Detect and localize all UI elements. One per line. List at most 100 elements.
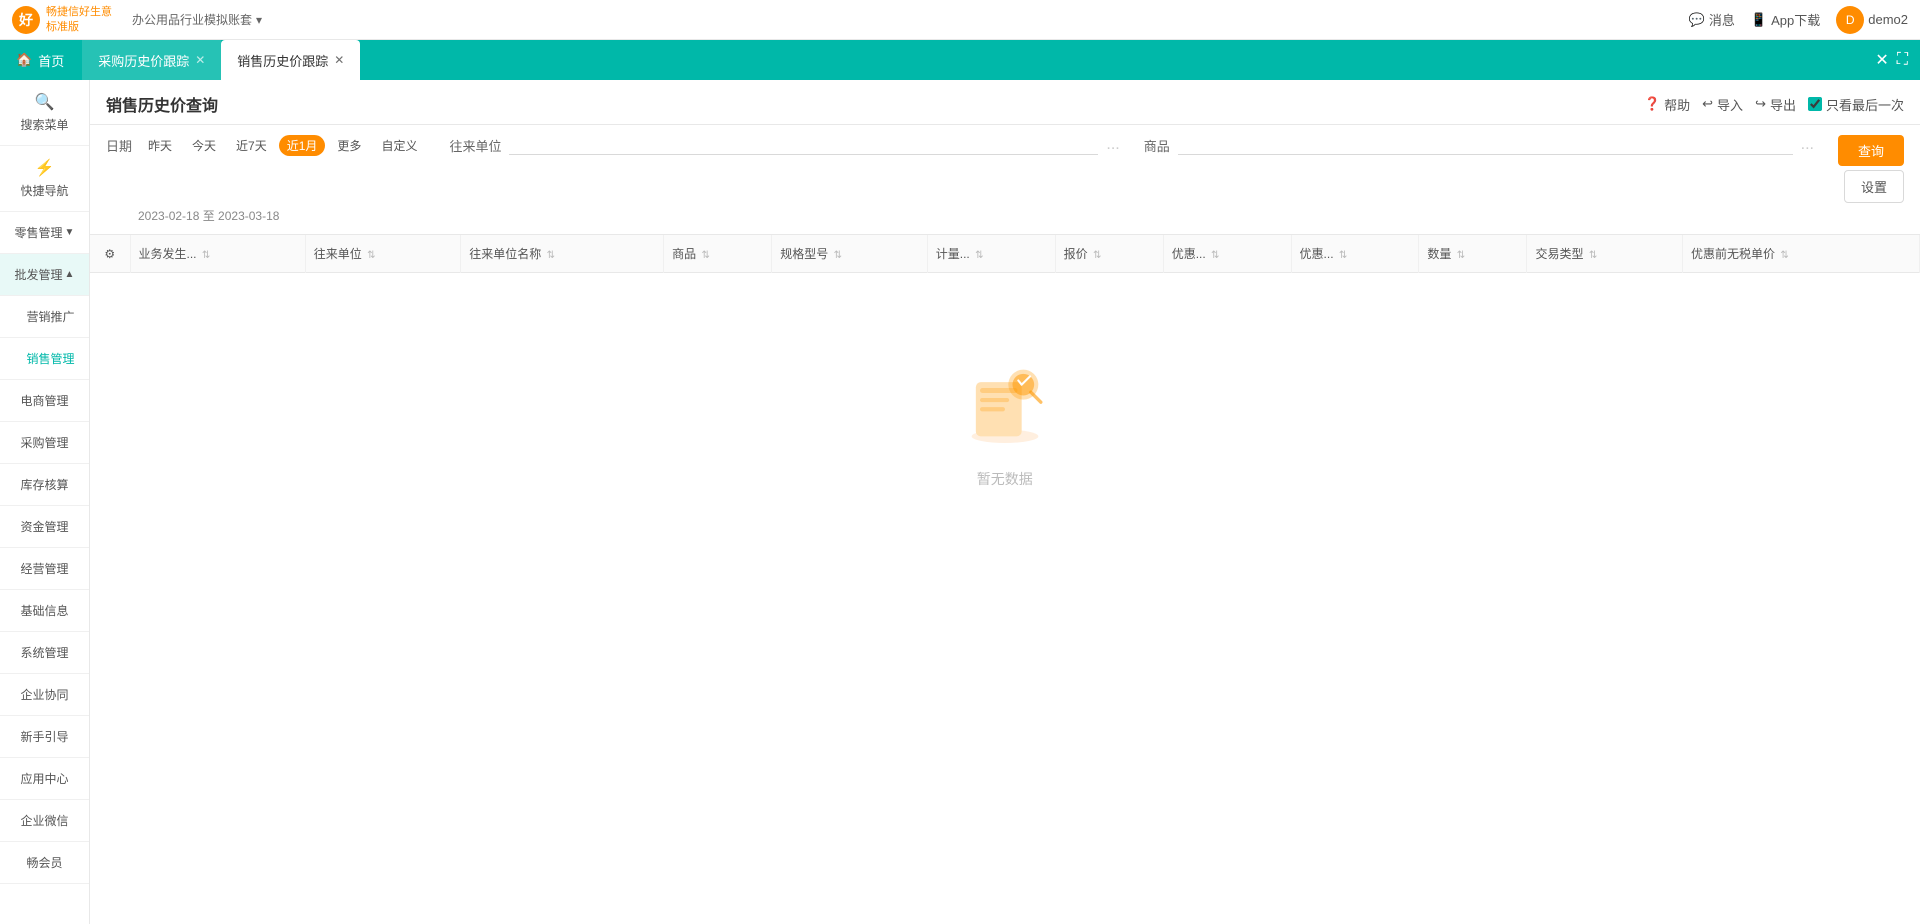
date-label: 日期 [106, 136, 132, 155]
col-trade-type[interactable]: 交易类型 ⇅ [1527, 235, 1683, 273]
app-selector[interactable]: 办公用品行业模拟账套 ▾ [132, 11, 262, 28]
sidebar-item-basic[interactable]: 基础信息 [0, 590, 89, 632]
user-menu[interactable]: D demo2 [1836, 6, 1908, 34]
sidebar-item-search[interactable]: 🔍 搜索菜单 [0, 80, 89, 146]
export-button[interactable]: ↪ 导出 [1755, 95, 1796, 114]
product-input[interactable] [1178, 135, 1793, 155]
help-button[interactable]: ❓ 帮助 [1644, 95, 1690, 114]
logo-text: 畅捷信好生意 标准版 [46, 5, 112, 34]
sort-icon: ⇅ [1589, 250, 1597, 261]
sidebar: 🔍 搜索菜单 ⚡ 快捷导航 零售管理 ▼ 批发管理 ▲ 营销推广 销售管理 电商… [0, 80, 90, 924]
sort-icon: ⇅ [1780, 250, 1788, 261]
sidebar-item-purchase[interactable]: 采购管理 [0, 422, 89, 464]
date-tab-more[interactable]: 更多 [329, 135, 369, 156]
sidebar-item-cooperation[interactable]: 企业协同 [0, 674, 89, 716]
sort-icon: ⇅ [1457, 250, 1465, 261]
filter-row-2: 2023-02-18 至 2023-03-18 [90, 203, 1920, 235]
date-tab-1month[interactable]: 近1月 [279, 135, 326, 156]
maximize-icon[interactable]: ⛶ [1897, 51, 1908, 69]
sort-icon: ⇅ [701, 250, 709, 261]
col-unit[interactable]: 计量... ⇅ [927, 235, 1055, 273]
sidebar-item-finance[interactable]: 资金管理 [0, 506, 89, 548]
tab-controls: ✕ ⛶ [1863, 50, 1920, 70]
chat-button[interactable]: 💬 消息 [1689, 10, 1735, 29]
col-discount2[interactable]: 优惠... ⇅ [1291, 235, 1419, 273]
sidebar-item-inventory[interactable]: 库存核算 [0, 464, 89, 506]
sidebar-item-sales[interactable]: 销售管理 [0, 338, 89, 380]
date-tabs: 昨天 今天 近7天 近1月 更多 自定义 [140, 135, 425, 156]
only-last-input[interactable] [1808, 97, 1822, 111]
sort-icon: ⇅ [202, 250, 210, 261]
date-tab-custom[interactable]: 自定义 [373, 135, 425, 156]
sort-icon: ⇅ [547, 250, 555, 261]
close-window-icon[interactable]: ✕ [1875, 50, 1888, 70]
col-biz-date[interactable]: 业务发生... ⇅ [130, 235, 305, 273]
date-range-display: 2023-02-18 至 2023-03-18 [138, 207, 279, 224]
col-quantity[interactable]: 数量 ⇅ [1419, 235, 1527, 273]
top-bar-left: 好 畅捷信好生意 标准版 办公用品行业模拟账套 ▾ [12, 5, 262, 34]
sidebar-item-shortcut[interactable]: ⚡ 快捷导航 [0, 146, 89, 212]
top-bar-right: 💬 消息 📱 App下载 D demo2 [1689, 6, 1908, 34]
sort-icon: ⇅ [975, 250, 983, 261]
sidebar-item-system[interactable]: 系统管理 [0, 632, 89, 674]
sidebar-item-wholesale[interactable]: 批发管理 ▲ [0, 254, 89, 296]
date-tab-7days[interactable]: 近7天 [228, 135, 275, 156]
tab-purchase-history[interactable]: 采购历史价跟踪 ✕ [82, 40, 221, 80]
home-icon: 🏠 [16, 52, 32, 68]
product-filter-group: 商品 ... [1144, 135, 1814, 155]
sidebar-item-apps[interactable]: 应用中心 [0, 758, 89, 800]
col-settings[interactable]: ⚙ [90, 235, 130, 273]
close-purchase-tab-icon[interactable]: ✕ [195, 53, 205, 67]
shortcut-icon: ⚡ [35, 158, 55, 178]
app-download-button[interactable]: 📱 App下载 [1751, 10, 1820, 29]
download-icon: 📱 [1751, 12, 1767, 28]
date-tab-today[interactable]: 今天 [184, 135, 224, 156]
table-container: ⚙ 业务发生... ⇅ 往来单位 ⇅ 往来单位名称 ⇅ [90, 235, 1920, 924]
filter-row-1: 日期 昨天 今天 近7天 近1月 更多 自定义 往来单位 ... 商品 ... [90, 125, 1920, 203]
product-dots-icon[interactable]: ... [1801, 136, 1814, 154]
chevron-down-icon: ▼ [65, 227, 75, 238]
sidebar-item-operations[interactable]: 经营管理 [0, 548, 89, 590]
counterpart-input[interactable] [509, 135, 1098, 155]
chevron-up-icon: ▲ [65, 269, 75, 280]
sidebar-item-marketing[interactable]: 营销推广 [0, 296, 89, 338]
query-button[interactable]: 查询 [1838, 135, 1904, 166]
tab-home[interactable]: 🏠 首页 [0, 40, 80, 80]
counterpart-label: 往来单位 [449, 136, 501, 155]
col-quoted-price[interactable]: 报价 ⇅ [1055, 235, 1163, 273]
main-layout: 🔍 搜索菜单 ⚡ 快捷导航 零售管理 ▼ 批发管理 ▲ 营销推广 销售管理 电商… [0, 80, 1920, 924]
counterpart-dots-icon[interactable]: ... [1106, 136, 1119, 154]
setting-button[interactable]: 设置 [1844, 170, 1904, 203]
col-pre-discount-price[interactable]: 优惠前无税单价 ⇅ [1682, 235, 1919, 273]
sidebar-item-ecommerce[interactable]: 电商管理 [0, 380, 89, 422]
sort-icon: ⇅ [1339, 250, 1347, 261]
logo-icon: 好 [12, 6, 40, 34]
empty-text: 暂无数据 [977, 469, 1033, 489]
help-icon: ❓ [1644, 96, 1660, 112]
col-counterpart-name[interactable]: 往来单位名称 ⇅ [461, 235, 664, 273]
col-discount1[interactable]: 优惠... ⇅ [1163, 235, 1291, 273]
import-button[interactable]: ↩ 导入 [1702, 95, 1743, 114]
close-sales-tab-icon[interactable]: ✕ [334, 53, 344, 67]
export-icon: ↪ [1755, 96, 1766, 112]
col-spec[interactable]: 规格型号 ⇅ [772, 235, 928, 273]
sidebar-item-member[interactable]: 畅会员 [0, 842, 89, 884]
chat-icon: 💬 [1689, 12, 1705, 28]
import-icon: ↩ [1702, 96, 1713, 112]
page-title: 销售历史价查询 [106, 92, 218, 116]
col-counterpart-code[interactable]: 往来单位 ⇅ [305, 235, 461, 273]
top-bar: 好 畅捷信好生意 标准版 办公用品行业模拟账套 ▾ 💬 消息 📱 App下载 D… [0, 0, 1920, 40]
sidebar-item-retail[interactable]: 零售管理 ▼ [0, 212, 89, 254]
date-tab-yesterday[interactable]: 昨天 [140, 135, 180, 156]
sidebar-item-wechat[interactable]: 企业微信 [0, 800, 89, 842]
empty-state: 暂无数据 [90, 273, 1920, 569]
sort-icon: ⇅ [1211, 250, 1219, 261]
table-header: ⚙ 业务发生... ⇅ 往来单位 ⇅ 往来单位名称 ⇅ [90, 235, 1920, 273]
only-last-checkbox[interactable]: 只看最后一次 [1808, 95, 1904, 114]
table-body: 暂无数据 [90, 273, 1920, 570]
sort-icon: ⇅ [1093, 250, 1101, 261]
col-product[interactable]: 商品 ⇅ [664, 235, 772, 273]
sidebar-item-guide[interactable]: 新手引导 [0, 716, 89, 758]
tab-sales-history[interactable]: 销售历史价跟踪 ✕ [221, 40, 360, 80]
tab-bar: 🏠 首页 采购历史价跟踪 ✕ 销售历史价跟踪 ✕ ✕ ⛶ [0, 40, 1920, 80]
